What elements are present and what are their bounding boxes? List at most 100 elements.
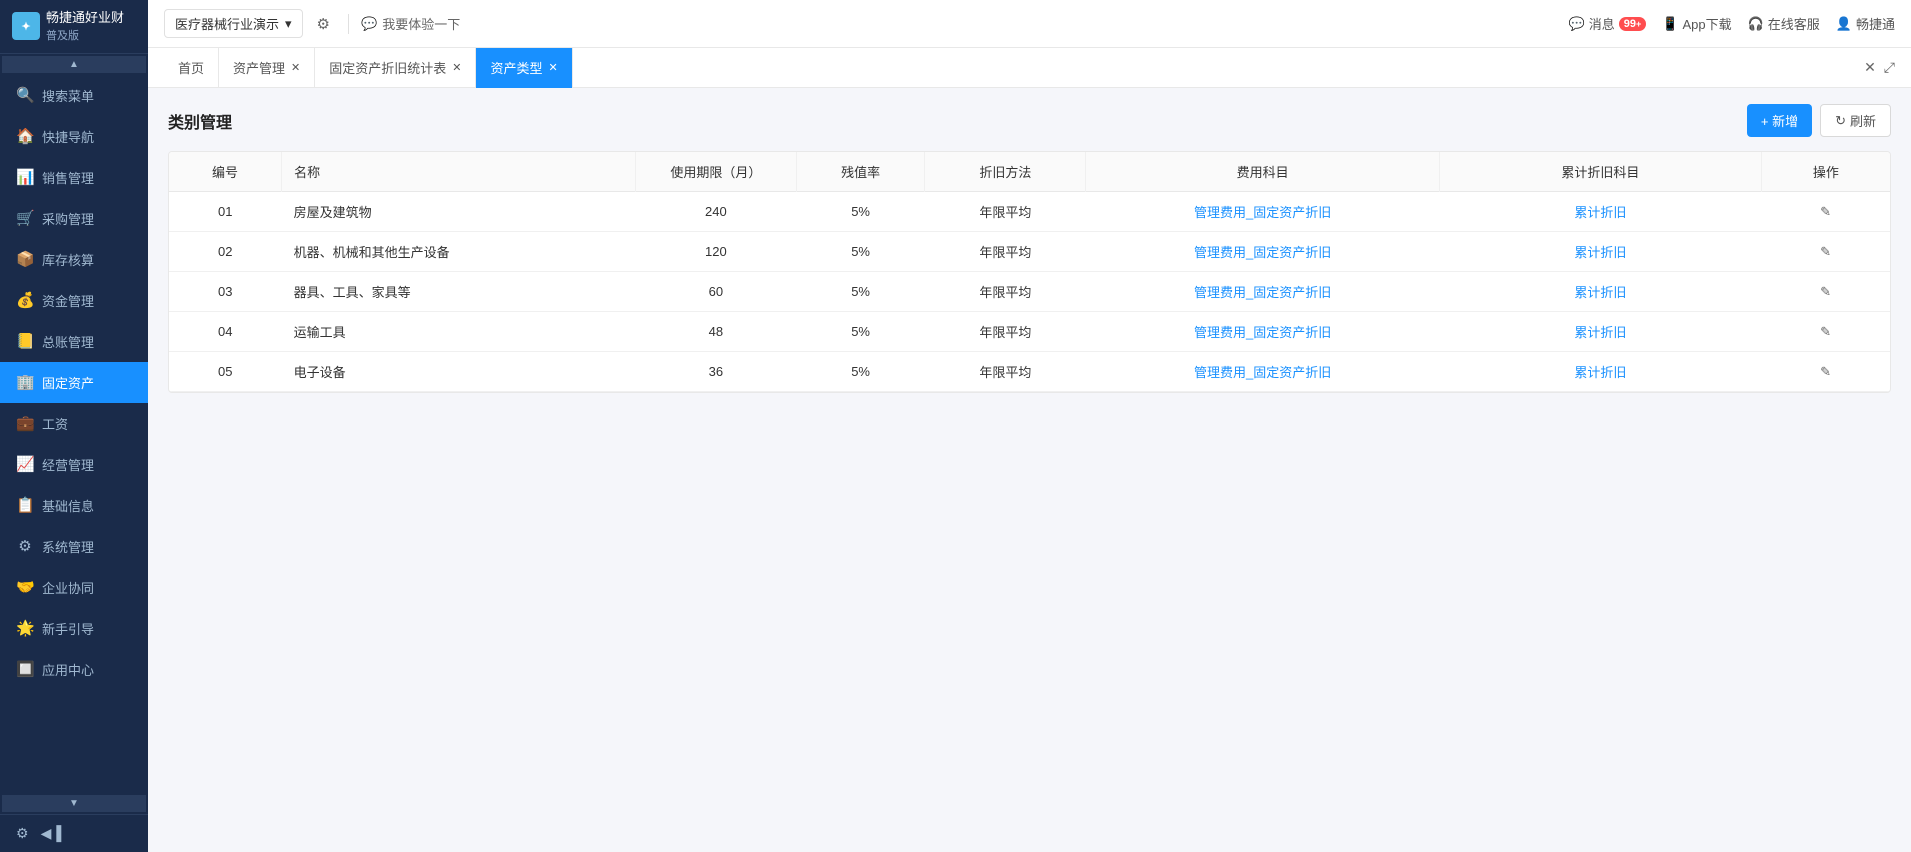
col-header-no: 编号 — [169, 152, 282, 192]
tab-depreciation-table[interactable]: 固定资产折旧统计表✕ — [315, 48, 476, 88]
cell-no-4: 05 — [169, 352, 282, 392]
tab-close-asset-manage[interactable]: ✕ — [291, 61, 300, 74]
sidebar-icon-capital: 💰 — [16, 291, 34, 309]
tab-asset-type[interactable]: 资产类型✕ — [476, 48, 572, 88]
sidebar-item-quick-nav[interactable]: 🏠快捷导航 — [0, 116, 148, 157]
cell-expense-1[interactable]: 管理费用_固定资产折旧 — [1086, 232, 1440, 272]
sidebar-item-business-manage[interactable]: 📈经营管理 — [0, 444, 148, 485]
sidebar-label-guide: 新手引导 — [42, 619, 94, 638]
sidebar-label-purchase: 采购管理 — [42, 209, 94, 228]
cell-no-1: 02 — [169, 232, 282, 272]
notification-icon: 💬 — [1569, 16, 1585, 32]
app-logo: ✦ 畅捷通好业财 普及版 — [0, 0, 148, 54]
sidebar-icon-enterprise: 🤝 — [16, 578, 34, 596]
table-row: 03 器具、工具、家具等 60 5% 年限平均 管理费用_固定资产折旧 累计折旧… — [169, 272, 1890, 312]
cell-accum-4[interactable]: 累计折旧 — [1440, 352, 1762, 392]
company-selector[interactable]: 医疗器械行业演示 ▾ — [164, 9, 303, 38]
sidebar-item-inventory[interactable]: 📦库存核算 — [0, 239, 148, 280]
sidebar-item-fixed-assets[interactable]: 🏢固定资产 — [0, 362, 148, 403]
cell-name-4: 电子设备 — [282, 352, 636, 392]
page-header: 类别管理 + 新增 ↻ 刷新 — [168, 104, 1891, 137]
sidebar-item-sales[interactable]: 📊 销售管理 — [0, 157, 148, 198]
col-header-name: 名称 — [282, 152, 636, 192]
cell-expense-0[interactable]: 管理费用_固定资产折旧 — [1086, 192, 1440, 232]
scroll-down-btn[interactable]: ▼ — [2, 795, 146, 812]
gear-button[interactable]: ⚙ — [311, 9, 336, 39]
sidebar-item-app-center[interactable]: 🔲应用中心 — [0, 649, 148, 690]
sidebar-label-general-ledger: 总账管理 — [42, 332, 94, 351]
sidebar-label-quick-nav: 快捷导航 — [42, 127, 94, 146]
headset-icon: 🎧 — [1748, 16, 1764, 32]
table-row: 02 机器、机械和其他生产设备 120 5% 年限平均 管理费用_固定资产折旧 … — [169, 232, 1890, 272]
sidebar-item-system[interactable]: ⚙ 系统管理 — [0, 526, 148, 567]
sidebar-menu: 🔍搜索菜单🏠快捷导航 📊 销售管理 🛒采购管理📦库存核算💰资金管理📒总账管理🏢固定资产… — [0, 75, 148, 793]
sidebar-label-enterprise: 企业协同 — [42, 578, 94, 597]
refresh-button[interactable]: ↻ 刷新 — [1820, 104, 1891, 137]
cell-expense-2[interactable]: 管理费用_固定资产折旧 — [1086, 272, 1440, 312]
table-row: 04 运输工具 48 5% 年限平均 管理费用_固定资产折旧 累计折旧 ✎ — [169, 312, 1890, 352]
cell-period-4: 36 — [635, 352, 796, 392]
cell-method-3: 年限平均 — [925, 312, 1086, 352]
sidebar-item-capital[interactable]: 💰资金管理 — [0, 280, 148, 321]
new-button[interactable]: + 新增 — [1747, 104, 1812, 137]
user-menu[interactable]: 👤 畅捷通 — [1836, 14, 1895, 33]
gear-icon: ⚙ — [317, 16, 330, 33]
col-header-expense: 费用科目 — [1086, 152, 1440, 192]
logo-sub: 普及版 — [46, 27, 124, 43]
tab-close-asset-type[interactable]: ✕ — [549, 61, 558, 74]
settings-icon[interactable]: ⚙ — [16, 825, 29, 842]
sidebar-label-system: 系统管理 — [42, 537, 94, 556]
app-download-button[interactable]: 📱 App下载 — [1662, 14, 1731, 33]
trial-button[interactable]: 💬 我要体验一下 — [361, 14, 460, 33]
cell-expense-3[interactable]: 管理费用_固定资产折旧 — [1086, 312, 1440, 352]
sidebar-icon-business-manage: 📈 — [16, 455, 34, 473]
cell-accum-3[interactable]: 累计折旧 — [1440, 312, 1762, 352]
maximize-tab-btn[interactable]: ⤢ — [1884, 59, 1895, 76]
tab-controls: ✕ ⤢ — [1864, 59, 1895, 76]
cell-expense-4[interactable]: 管理费用_固定资产折旧 — [1086, 352, 1440, 392]
sidebar-label-search: 搜索菜单 — [42, 86, 94, 105]
notification-label: 消息 — [1589, 14, 1615, 33]
cell-accum-1[interactable]: 累计折旧 — [1440, 232, 1762, 272]
cell-op-2[interactable]: ✎ — [1761, 272, 1890, 312]
sidebar-label-sales: 销售管理 — [42, 168, 94, 187]
cell-period-2: 60 — [635, 272, 796, 312]
cell-no-2: 03 — [169, 272, 282, 312]
notification-button[interactable]: 💬 消息 99+ — [1569, 14, 1647, 33]
sidebar: ✦ 畅捷通好业财 普及版 ▲ 🔍搜索菜单🏠快捷导航 📊 销售管理 🛒采购管理📦库存核算… — [0, 0, 148, 852]
cell-accum-0[interactable]: 累计折旧 — [1440, 192, 1762, 232]
logo-icon: ✦ — [12, 12, 40, 40]
col-header-rate: 残值率 — [796, 152, 925, 192]
sidebar-item-basic-info[interactable]: 📋基础信息 — [0, 485, 148, 526]
collapse-icon[interactable]: ◀▐ — [41, 825, 62, 842]
cell-op-4[interactable]: ✎ — [1761, 352, 1890, 392]
sidebar-item-enterprise[interactable]: 🤝 企业协同 — [0, 567, 148, 608]
cell-accum-2[interactable]: 累计折旧 — [1440, 272, 1762, 312]
sidebar-item-guide[interactable]: 🌟新手引导 — [0, 608, 148, 649]
tab-asset-manage[interactable]: 资产管理✕ — [219, 48, 315, 88]
cell-op-3[interactable]: ✎ — [1761, 312, 1890, 352]
sidebar-icon-system: ⚙ — [16, 537, 34, 555]
tab-close-depreciation-table[interactable]: ✕ — [452, 61, 461, 74]
cell-name-3: 运输工具 — [282, 312, 636, 352]
sidebar-item-payroll[interactable]: 💼工资 — [0, 403, 148, 444]
refresh-icon: ↻ — [1835, 113, 1846, 129]
sidebar-item-general-ledger[interactable]: 📒总账管理 — [0, 321, 148, 362]
close-tab-btn[interactable]: ✕ — [1864, 59, 1876, 76]
refresh-label: 刷新 — [1850, 111, 1876, 130]
cell-method-1: 年限平均 — [925, 232, 1086, 272]
tab-home[interactable]: 首页 — [164, 48, 219, 88]
customer-service-button[interactable]: 🎧 在线客服 — [1748, 14, 1820, 33]
sidebar-item-search[interactable]: 🔍搜索菜单 — [0, 75, 148, 116]
cell-op-0[interactable]: ✎ — [1761, 192, 1890, 232]
cell-name-0: 房屋及建筑物 — [282, 192, 636, 232]
cell-op-1[interactable]: ✎ — [1761, 232, 1890, 272]
sidebar-label-inventory: 库存核算 — [42, 250, 94, 269]
notification-badge: 99+ — [1619, 17, 1647, 31]
col-header-period: 使用期限（月） — [635, 152, 796, 192]
sidebar-label-app-center: 应用中心 — [42, 660, 94, 679]
sidebar-item-purchase[interactable]: 🛒采购管理 — [0, 198, 148, 239]
sidebar-icon-sales: 📊 — [16, 168, 34, 186]
scroll-up-btn[interactable]: ▲ — [2, 56, 146, 73]
chevron-down-icon: ▾ — [285, 16, 292, 32]
